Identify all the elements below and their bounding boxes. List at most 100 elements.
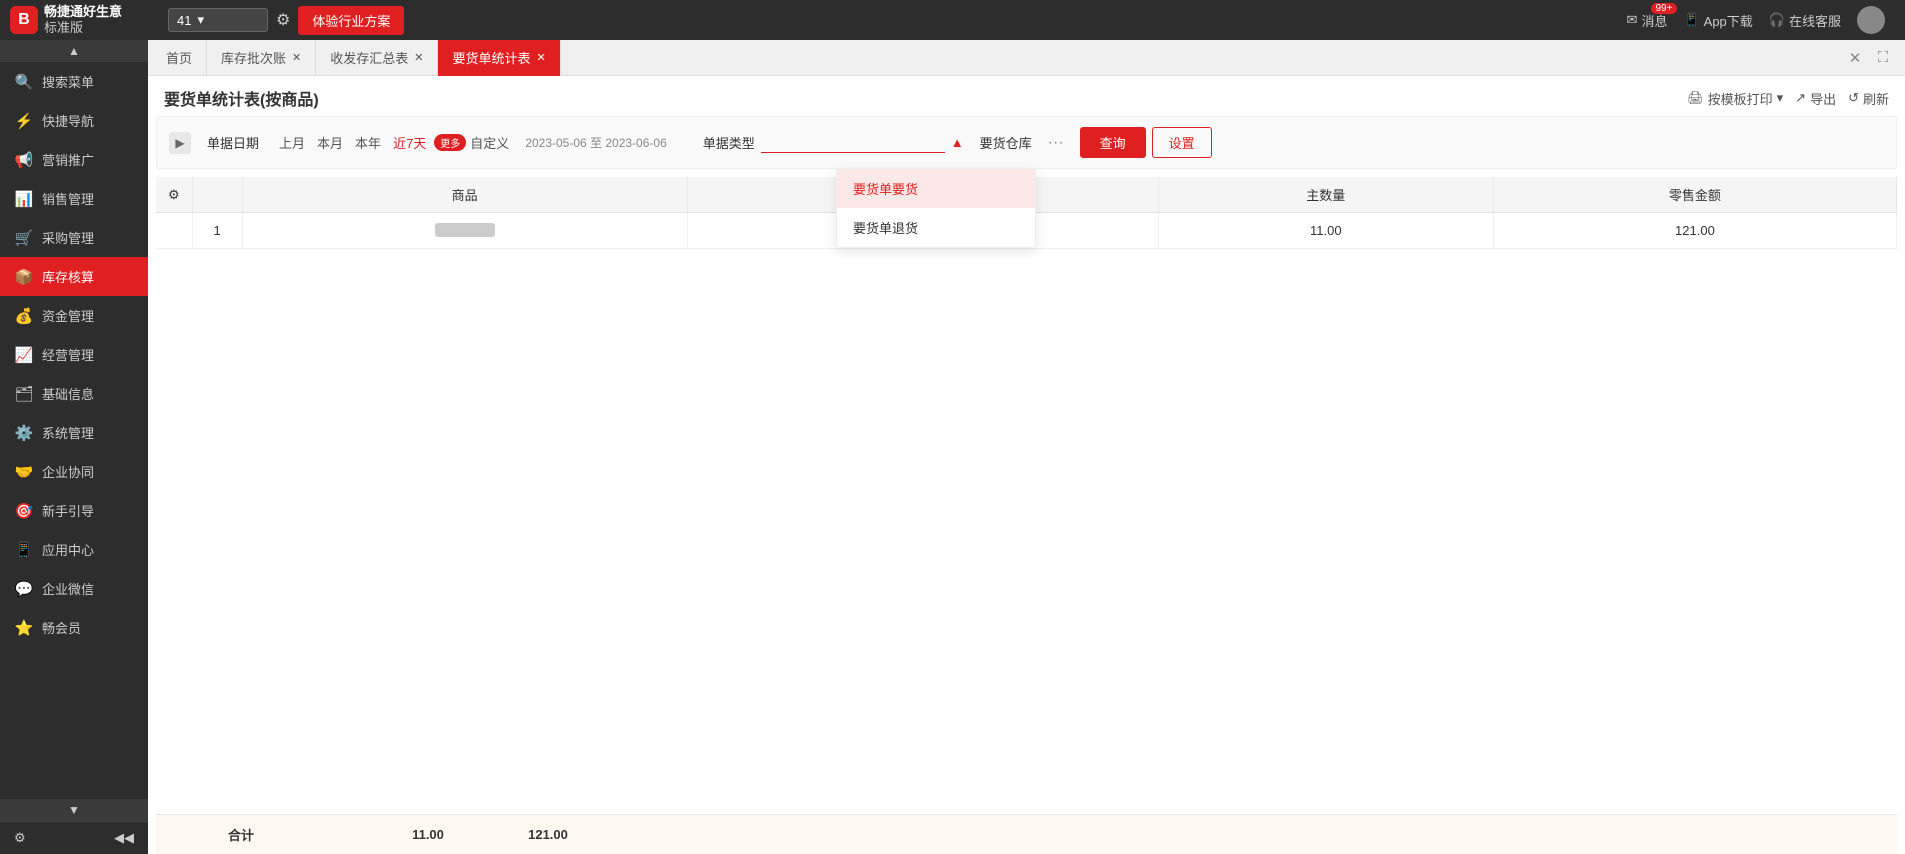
refresh-icon: ↺ — [1848, 90, 1859, 106]
top-center: 41 ▾ ⚙ 体验行业方案 — [158, 6, 1627, 35]
settings-button[interactable]: 设置 — [1152, 127, 1212, 158]
expand-tab-btn[interactable]: ⛶ — [1871, 46, 1895, 70]
sales-icon: 📊 — [14, 190, 34, 208]
chevron-down-icon: ▾ — [197, 12, 204, 28]
app-download-btn[interactable]: 📱 App下载 — [1683, 11, 1752, 30]
th-settings[interactable]: ⚙ — [156, 177, 192, 213]
sidebar-label-purchase: 采购管理 — [42, 228, 94, 247]
query-button[interactable]: 查询 — [1080, 127, 1146, 158]
wechat-icon: 💬 — [14, 580, 34, 598]
date-btn-7days[interactable]: 近7天 — [389, 131, 430, 154]
sidebar-item-purchase[interactable]: 🛒 采购管理 — [0, 218, 148, 257]
content-area: 首页 库存批次账 ✕ 收发存汇总表 ✕ 要货单统计表 ✕ ✕ ⛶ 要 — [148, 40, 1905, 854]
table-area: ⚙ 商品 主计量单位 主数量 零售金额 1 — [156, 177, 1897, 814]
close-all-tab-btn[interactable]: ✕ — [1843, 46, 1867, 70]
close-tab-receivable-icon[interactable]: ✕ — [414, 51, 423, 64]
sidebar-item-quicknav[interactable]: ⚡ 快捷导航 — [0, 101, 148, 140]
dropdown-item-requisition-order[interactable]: 要货单要货 — [837, 169, 1035, 208]
dropdown-item-requisition-return[interactable]: 要货单退货 — [837, 208, 1035, 247]
trial-button[interactable]: 体验行业方案 — [298, 6, 404, 35]
sidebar-item-inventory[interactable]: 📦 库存核算 — [0, 257, 148, 296]
sidebar-label-finance: 资金管理 — [42, 306, 94, 325]
date-btn-this-month[interactable]: 本月 — [313, 131, 347, 154]
online-support-label: 在线客服 — [1789, 11, 1841, 30]
collapse-btn[interactable]: ◀◀ — [114, 830, 134, 846]
main-layout: ▲ 🔍 搜索菜单 ⚡ 快捷导航 📢 营销推广 📊 销售管理 🛒 采购管理 — [0, 40, 1905, 854]
export-icon: ↗ — [1795, 90, 1806, 106]
filter-bar-wrap: ▶ 单据日期 上月 本月 本年 近7天 更多 自定义 2023-05-06 至 … — [156, 116, 1897, 169]
filter-toggle-btn[interactable]: ▶ — [169, 132, 191, 154]
tab-receivable[interactable]: 收发存汇总表 ✕ — [316, 40, 438, 76]
avatar[interactable] — [1857, 6, 1885, 34]
page-actions: 🖨 按模板打印 ▾ ↗ 导出 ↺ 刷新 — [1687, 89, 1889, 108]
scroll-up-btn[interactable]: ▲ — [0, 40, 148, 62]
member-icon: ⭐ — [14, 619, 34, 637]
page-header: 要货单统计表(按商品) 🖨 按模板打印 ▾ ↗ 导出 ↺ 刷新 — [148, 76, 1905, 116]
scroll-down-btn[interactable]: ▼ — [0, 799, 148, 821]
message-icon: ✉ — [1627, 12, 1638, 28]
store-selector[interactable]: 41 ▾ — [168, 8, 268, 32]
messages-btn[interactable]: ✉ 消息 99+ — [1627, 11, 1668, 30]
sidebar-item-appstore[interactable]: 📱 应用中心 — [0, 530, 148, 569]
sidebar-item-member[interactable]: ⭐ 畅会员 — [0, 608, 148, 647]
sidebar-footer: ⚙ ◀◀ — [0, 821, 148, 854]
sidebar-item-system[interactable]: ⚙️ 系统管理 — [0, 413, 148, 452]
filter-actions: 查询 设置 — [1080, 127, 1212, 158]
date-btn-prev-month[interactable]: 上月 — [275, 131, 309, 154]
td-no: 1 — [192, 213, 242, 249]
sidebar-item-sales[interactable]: 📊 销售管理 — [0, 179, 148, 218]
sidebar-item-operations[interactable]: 📈 经营管理 — [0, 335, 148, 374]
enterprise-icon: 🤝 — [14, 463, 34, 481]
settings-footer-icon[interactable]: ⚙ — [14, 830, 26, 846]
sidebar-label-member: 畅会员 — [42, 618, 81, 637]
dropdown-item-requisition-order-label: 要货单要货 — [853, 182, 918, 197]
close-tab-batch-icon[interactable]: ✕ — [292, 51, 301, 64]
sidebar-label-sales: 销售管理 — [42, 189, 94, 208]
online-support-btn[interactable]: 🎧 在线客服 — [1769, 11, 1841, 30]
sidebar-item-marketing[interactable]: 📢 营销推广 — [0, 140, 148, 179]
sidebar-item-enterprise[interactable]: 🤝 企业协同 — [0, 452, 148, 491]
filter-more-btn[interactable]: ··· — [1048, 134, 1064, 152]
tab-batch[interactable]: 库存批次账 ✕ — [207, 40, 316, 76]
refresh-btn[interactable]: ↺ 刷新 — [1848, 89, 1889, 108]
sidebar-item-guide[interactable]: 🎯 新手引导 — [0, 491, 148, 530]
close-tab-requisition-icon[interactable]: ✕ — [537, 51, 546, 64]
logo-main: 畅捷通好生意 — [44, 4, 122, 20]
purchase-icon: 🛒 — [14, 229, 34, 247]
type-input[interactable] — [761, 133, 945, 153]
date-range-value: 2023-05-06 至 2023-06-06 — [525, 134, 666, 151]
marketing-icon: 📢 — [14, 151, 34, 169]
sidebar-item-wechat[interactable]: 💬 企业微信 — [0, 569, 148, 608]
sidebar-item-finance[interactable]: 💰 资金管理 — [0, 296, 148, 335]
custom-date-btn[interactable]: 自定义 — [470, 133, 509, 152]
type-label: 单据类型 — [703, 133, 755, 152]
type-field: 单据类型 ▲ — [703, 133, 964, 153]
print-btn[interactable]: 🖨 按模板打印 ▾ — [1687, 89, 1783, 108]
basic-icon: 🗂 — [14, 385, 34, 403]
sidebar-label-marketing: 营销推广 — [42, 150, 94, 169]
sidebar-label-guide: 新手引导 — [42, 501, 94, 520]
type-dropdown: 要货单要货 要货单退货 — [836, 168, 1036, 248]
tab-batch-label: 库存批次账 — [221, 48, 286, 67]
td-qty: 11.00 — [1158, 213, 1493, 249]
settings-icon-btn[interactable]: ⚙ — [276, 10, 290, 30]
tab-home[interactable]: 首页 — [152, 40, 207, 76]
tab-requisition[interactable]: 要货单统计表 ✕ — [438, 40, 560, 76]
print-icon: 🖨 — [1687, 90, 1704, 106]
export-btn[interactable]: ↗ 导出 — [1795, 89, 1836, 108]
sidebar-item-basic[interactable]: 🗂 基础信息 — [0, 374, 148, 413]
more-date-badge[interactable]: 更多 — [434, 134, 466, 151]
product-name-blurred: ██████ — [435, 223, 495, 237]
warehouse-field: 要货仓库 — [980, 133, 1032, 152]
finance-icon: 💰 — [14, 307, 34, 325]
type-dropdown-arrow[interactable]: ▲ — [951, 135, 964, 150]
date-btn-this-year[interactable]: 本年 — [351, 131, 385, 154]
tabs-bar: 首页 库存批次账 ✕ 收发存汇总表 ✕ 要货单统计表 ✕ ✕ ⛶ — [148, 40, 1905, 76]
sidebar-item-search[interactable]: 🔍 搜索菜单 — [0, 62, 148, 101]
export-label: 导出 — [1810, 89, 1836, 108]
td-settings — [156, 213, 192, 249]
guide-icon: 🎯 — [14, 502, 34, 520]
logo-icon: B — [10, 6, 38, 34]
page-content: 要货单统计表(按商品) 🖨 按模板打印 ▾ ↗ 导出 ↺ 刷新 — [148, 76, 1905, 854]
date-btns: 上月 本月 本年 近7天 更多 自定义 — [275, 131, 509, 154]
